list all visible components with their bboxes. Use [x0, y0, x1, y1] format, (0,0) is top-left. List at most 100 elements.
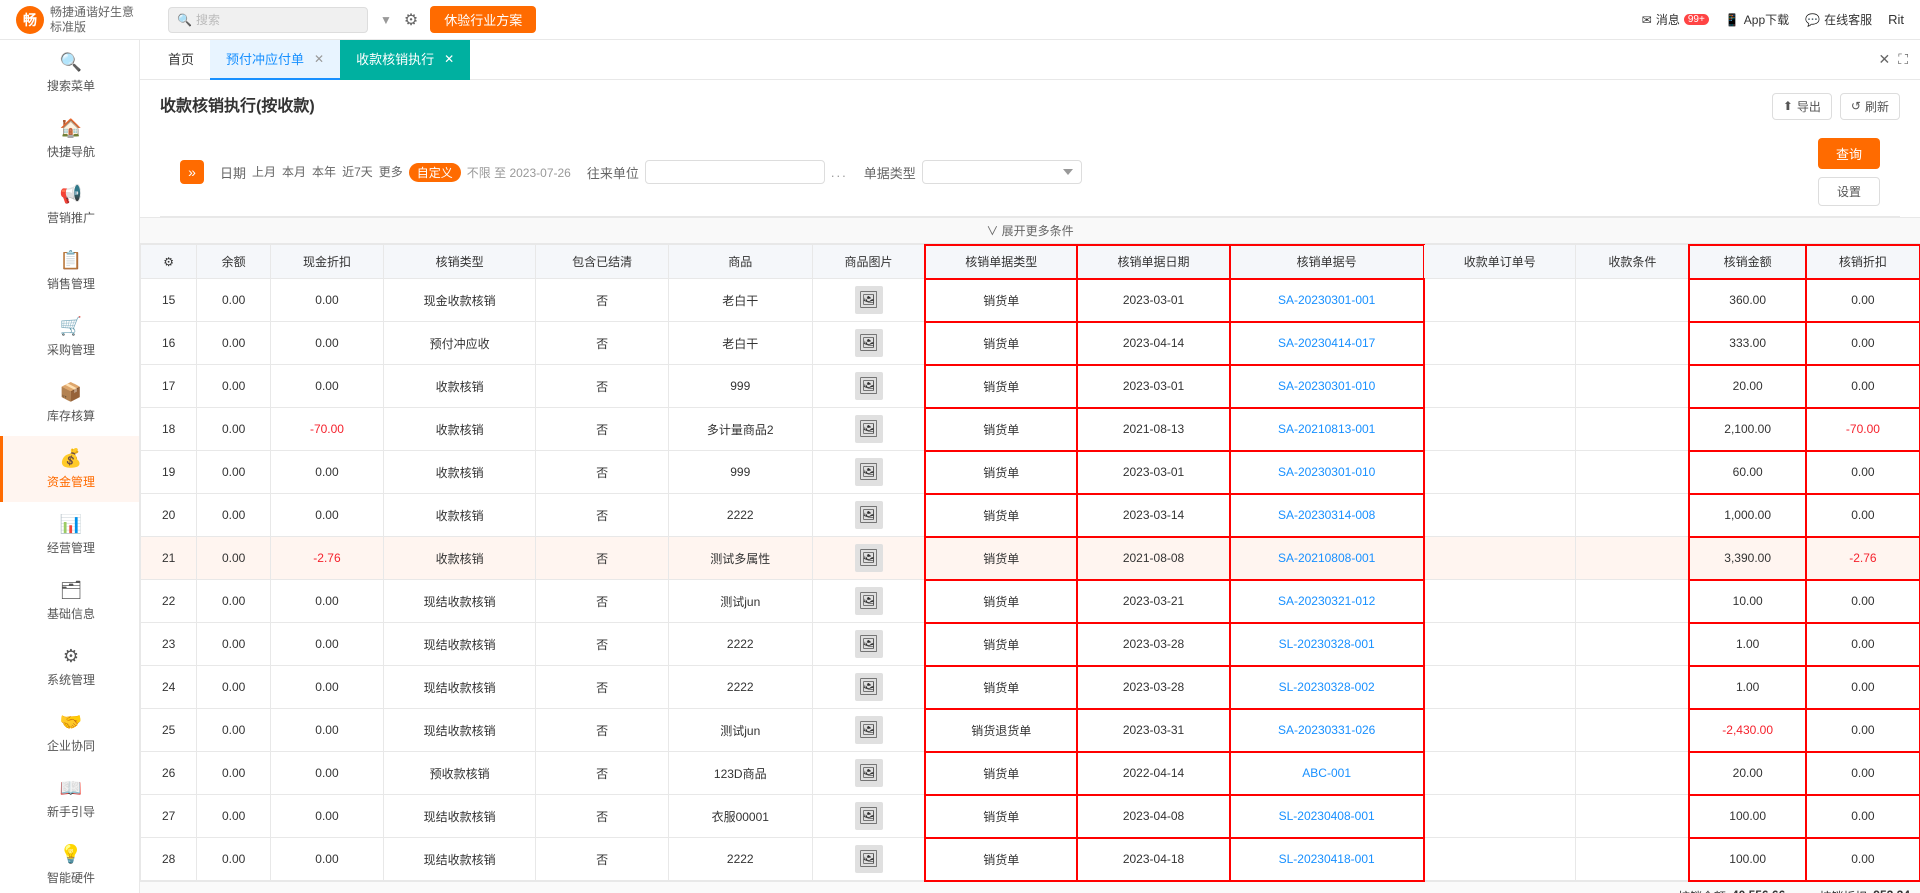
operations-icon: 📊 [60, 514, 82, 535]
table-row: 190.000.00收款核销否999🖼销货单2023-03-01SA-20230… [141, 451, 1920, 494]
tab-bar-actions: ✕ ⛶ [1878, 51, 1908, 68]
date-more[interactable]: 更多 [379, 163, 403, 182]
sidebar-item-finance[interactable]: 💰 资金管理 [0, 436, 139, 502]
basics-icon: 🗂 [60, 580, 83, 601]
tab-prepay-close[interactable]: ✕ [314, 52, 324, 66]
table-row: 230.000.00现结收款核销否2222🖼销货单2023-03-28SL-20… [141, 623, 1920, 666]
table-row: 220.000.00现结收款核销否测试jun🖼销货单2023-03-21SA-2… [141, 580, 1920, 623]
bill-no-link[interactable]: SA-20210808-001 [1278, 551, 1375, 565]
guide-icon: 📖 [60, 778, 82, 799]
bill-no-link[interactable]: SA-20230414-017 [1278, 336, 1375, 350]
col-balance: 余额 [197, 245, 271, 279]
top-bar: 畅 畅捷通谐好生意 标准版 🔍 搜索 ▼ ⚙ 休验行业方案 ✉ 消息 99+ 📱… [0, 0, 1920, 40]
page-area: 收款核销执行(按收款) ⬆ 导出 ↺ 刷新 [140, 80, 1920, 893]
setting-btn[interactable]: 设置 [1818, 177, 1880, 206]
page-actions: ⬆ 导出 ↺ 刷新 [1772, 93, 1900, 120]
col-cancel-type: 核销类型 [383, 245, 535, 279]
filter-action-btns: 查询 设置 [1818, 138, 1880, 206]
top-bar-actions: ✉ 消息 99+ 📱 App下载 💬 在线客服 Rit [1642, 11, 1904, 28]
bill-no-link[interactable]: SA-20230301-010 [1278, 465, 1375, 479]
bill-no-link[interactable]: ABC-001 [1302, 766, 1351, 780]
col-goods: 商品 [668, 245, 812, 279]
refresh-btn[interactable]: ↺ 刷新 [1840, 93, 1900, 120]
purchase-icon: 🛒 [60, 316, 82, 337]
message-btn[interactable]: ✉ 消息 99+ [1642, 11, 1709, 28]
sales-icon: 📋 [60, 250, 82, 271]
page-header: 收款核销执行(按收款) ⬆ 导出 ↺ 刷新 [140, 80, 1920, 218]
date-this-month[interactable]: 本月 [282, 163, 306, 182]
query-btn[interactable]: 查询 [1818, 138, 1880, 169]
table-row: 170.000.00收款核销否999🖼销货单2023-03-01SA-20230… [141, 365, 1920, 408]
table-footer: 核销金额 40,556,66... 核销折扣 952.24 [140, 881, 1920, 893]
tab-close-btn[interactable]: ✕ [1878, 51, 1890, 68]
bill-no-link[interactable]: SL-20230328-001 [1279, 637, 1375, 651]
date-this-year[interactable]: 本年 [312, 163, 336, 182]
user-name[interactable]: Rit [1888, 12, 1904, 27]
tab-home[interactable]: 首页 [152, 40, 210, 80]
expand-more-bar[interactable]: ∨ 展开更多条件 [140, 218, 1920, 244]
export-icon: ⬆ [1783, 99, 1793, 113]
footer-cancel-discount: 核销折扣 952.24 [1819, 888, 1910, 893]
sidebar-item-purchase[interactable]: 🛒 采购管理 [0, 304, 139, 370]
online-service-btn[interactable]: 💬 在线客服 [1805, 11, 1872, 28]
refresh-icon: ↺ [1851, 99, 1861, 113]
filter-toggle-btn[interactable]: » [180, 160, 204, 184]
table-header-row: ⚙ 余额 现金折扣 核销类型 包含已结清 商品 商品图片 核销单据类型 核销单据… [141, 245, 1920, 279]
sidebar-item-operations[interactable]: 📊 经营管理 [0, 502, 139, 568]
sidebar-item-marketing[interactable]: 📢 营销推广 [0, 172, 139, 238]
date-last-month[interactable]: 上月 [252, 163, 276, 182]
sidebar-item-inventory[interactable]: 📦 库存核算 [0, 370, 139, 436]
bill-no-link[interactable]: SA-20210813-001 [1278, 422, 1375, 436]
footer-cancel-amount: 核销金额 40,556,66... [1678, 888, 1795, 893]
table-row: 150.000.00现金收款核销否老白干🖼销货单2023-03-01SA-202… [141, 279, 1920, 322]
col-cancel-amount: 核销金额 [1689, 245, 1806, 279]
footer-cancel-amount-val: 40,556,66... [1732, 888, 1795, 893]
table-body: 150.000.00现金收款核销否老白干🖼销货单2023-03-01SA-202… [141, 279, 1920, 881]
enterprise-icon: 🤝 [60, 712, 82, 733]
sidebar-item-smart[interactable]: 💡 智能硬件 [0, 832, 139, 893]
table-row: 280.000.00现结收款核销否2222🖼销货单2023-04-18SL-20… [141, 838, 1920, 881]
bill-no-link[interactable]: SA-20230301-001 [1278, 293, 1375, 307]
col-receipt-condition: 收款条件 [1576, 245, 1689, 279]
bill-type-select[interactable] [922, 160, 1082, 184]
col-gear[interactable]: ⚙ [141, 245, 197, 279]
bill-no-link[interactable]: SA-20230321-012 [1278, 594, 1375, 608]
app-download-btn[interactable]: 📱 App下载 [1725, 11, 1789, 28]
col-cancel-bill-date: 核销单据日期 [1077, 245, 1229, 279]
industry-btn[interactable]: 休验行业方案 [430, 6, 536, 33]
date-filter: 日期 上月 本月 本年 近7天 更多 自定义 不限 至 2023-07-26 [220, 163, 571, 182]
tab-receivable[interactable]: 收款核销执行 ✕ [340, 40, 470, 80]
tab-receivable-close[interactable]: ✕ [444, 52, 454, 66]
sidebar-item-search[interactable]: 🔍 搜索菜单 [0, 40, 139, 106]
export-btn[interactable]: ⬆ 导出 [1772, 93, 1832, 120]
sidebar-item-sales[interactable]: 📋 销售管理 [0, 238, 139, 304]
app-logo: 畅 畅捷通谐好生意 标准版 [16, 5, 156, 34]
col-cancel-discount: 核销折扣 [1806, 245, 1919, 279]
tab-maximize-btn[interactable]: ⛶ [1898, 51, 1908, 68]
bill-no-link[interactable]: SA-20230314-008 [1278, 508, 1375, 522]
sidebar-item-guide[interactable]: 📖 新手引导 [0, 766, 139, 832]
bill-no-link[interactable]: SA-20230301-010 [1278, 379, 1375, 393]
date-custom-btn[interactable]: 自定义 [409, 163, 461, 182]
tab-prepay[interactable]: 预付冲应付单 ✕ [210, 40, 340, 80]
marketing-icon: 📢 [60, 184, 82, 205]
dropdown-arrow[interactable]: ▼ [380, 13, 392, 27]
sidebar-item-basics[interactable]: 🗂 基础信息 [0, 568, 139, 634]
table-row: 270.000.00现结收款核销否衣服00001🖼销货单2023-04-08SL… [141, 795, 1920, 838]
sidebar-item-quicknav[interactable]: 🏠 快捷导航 [0, 106, 139, 172]
bill-no-link[interactable]: SL-20230328-002 [1279, 680, 1375, 694]
sidebar-item-enterprise[interactable]: 🤝 企业协同 [0, 700, 139, 766]
bill-no-link[interactable]: SA-20230331-026 [1278, 723, 1375, 737]
search-input-display[interactable]: 🔍 搜索 [168, 7, 368, 33]
page-title: 收款核销执行(按收款) [160, 92, 315, 116]
sidebar-item-system[interactable]: ⚙ 系统管理 [0, 634, 139, 700]
data-table-container: ⚙ 余额 现金折扣 核销类型 包含已结清 商品 商品图片 核销单据类型 核销单据… [140, 244, 1920, 893]
col-include-settled: 包含已结清 [536, 245, 669, 279]
col-cash-discount: 现金折扣 [270, 245, 383, 279]
counterparty-input[interactable] [645, 160, 825, 184]
bill-no-link[interactable]: SL-20230408-001 [1279, 809, 1375, 823]
filter-dots: ... [831, 165, 848, 180]
settings-btn[interactable]: ⚙ [404, 10, 418, 30]
date-7days[interactable]: 近7天 [342, 163, 373, 182]
bill-no-link[interactable]: SL-20230418-001 [1279, 852, 1375, 866]
